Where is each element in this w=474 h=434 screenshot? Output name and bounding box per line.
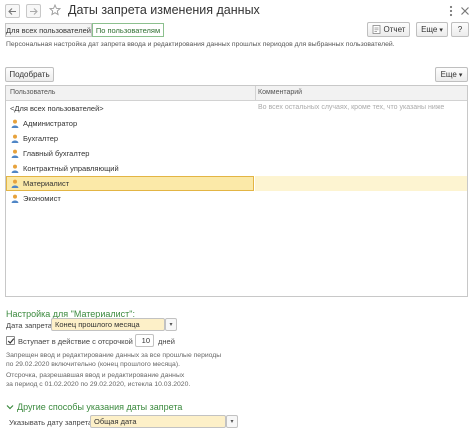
window-title: Даты запрета изменения данных xyxy=(68,3,260,17)
column-header-comment[interactable]: Комментарий xyxy=(258,89,302,96)
chevron-down-icon: ▾ xyxy=(169,322,173,328)
table-row[interactable]: <Для всех пользователей> Во всех остальн… xyxy=(6,101,467,116)
user-name: Бухгалтер xyxy=(23,134,59,143)
date-dropdown-button[interactable]: ▾ xyxy=(165,318,177,331)
arrow-right-icon xyxy=(30,7,38,15)
more-actions-button[interactable]: Еще ▾ xyxy=(416,22,448,37)
tab-by-users[interactable]: По пользователям xyxy=(92,23,164,37)
expand-chevron-icon[interactable] xyxy=(6,403,14,411)
table-row[interactable]: Экономист xyxy=(6,191,467,206)
checkmark-icon xyxy=(7,338,15,344)
forward-button[interactable] xyxy=(26,4,41,18)
chevron-down-icon: ▾ xyxy=(458,71,463,79)
report-icon xyxy=(372,25,380,34)
more-vertical-icon xyxy=(449,5,453,17)
chevron-down-icon: ▾ xyxy=(439,26,443,34)
report-button[interactable]: Отчет xyxy=(367,22,410,37)
table-row[interactable]: Контрактный управляющий xyxy=(6,161,467,176)
info-line: по 29.02.2020 включительно (конец прошло… xyxy=(6,361,180,368)
user-name: Материалист xyxy=(23,179,70,188)
user-icon xyxy=(11,194,19,203)
back-button[interactable] xyxy=(5,4,20,18)
table-row[interactable]: Администратор xyxy=(6,116,467,131)
pick-users-button[interactable]: Подобрать xyxy=(5,67,54,82)
page-hint: Персональная настройка дат запрета ввода… xyxy=(6,41,395,48)
info-line: Запрещен ввод и редактирование данных за… xyxy=(6,352,222,359)
more-actions-label: Еще xyxy=(421,25,438,34)
delay-checkbox[interactable] xyxy=(6,336,15,345)
delay-days-value: 10 xyxy=(141,336,150,345)
favorite-star-icon[interactable] xyxy=(49,4,61,16)
users-table[interactable]: Пользователь Комментарий <Для всех польз… xyxy=(5,85,468,297)
delay-days-input[interactable]: 10 xyxy=(135,334,154,347)
report-button-label: Отчет xyxy=(383,25,406,34)
info-line: Отсрочка, разрешавшая ввод и редактирова… xyxy=(6,372,185,379)
date-select[interactable]: Конец прошлого месяца xyxy=(51,318,165,331)
delay-unit-label: дней xyxy=(158,337,175,346)
user-name: <Для всех пользователей> xyxy=(10,104,104,113)
pick-users-label: Подобрать xyxy=(9,70,50,79)
user-icon xyxy=(11,164,19,173)
delay-checkbox-label: Вступает в действие с отсрочкой в xyxy=(18,337,139,346)
selection-row-fill xyxy=(255,176,467,191)
arrow-left-icon xyxy=(8,7,16,15)
close-icon xyxy=(461,7,469,15)
date-mode-value: Общая дата xyxy=(94,417,137,426)
user-name: Экономист xyxy=(23,194,61,203)
help-button[interactable]: ? xyxy=(451,22,469,37)
close-button[interactable] xyxy=(459,4,471,18)
user-icon xyxy=(11,179,19,188)
date-label: Дата запрета: xyxy=(6,321,55,330)
column-divider xyxy=(255,86,256,101)
column-header-user[interactable]: Пользователь xyxy=(10,89,55,96)
tab-all-users[interactable]: Для всех пользователей xyxy=(5,23,92,37)
table-row[interactable]: Бухгалтер xyxy=(6,131,467,146)
date-mode-select[interactable]: Общая дата xyxy=(90,415,226,428)
other-methods-title[interactable]: Другие способы указания даты запрета xyxy=(17,402,182,412)
info-line: за период с 01.02.2020 по 29.02.2020, ис… xyxy=(6,381,191,388)
help-icon: ? xyxy=(457,25,463,34)
table-row[interactable]: Главный бухгалтер xyxy=(6,146,467,161)
user-name: Главный бухгалтер xyxy=(23,149,90,158)
user-icon xyxy=(11,149,19,158)
other-date-label: Указывать дату запрета: xyxy=(9,418,95,427)
date-mode-dropdown-button[interactable]: ▾ xyxy=(226,415,238,428)
table-header: Пользователь Комментарий xyxy=(6,86,467,101)
user-name: Администратор xyxy=(23,119,78,128)
user-icon xyxy=(11,134,19,143)
tab-label: По пользователям xyxy=(95,25,161,35)
table-row-selected[interactable]: Материалист xyxy=(6,176,467,191)
user-comment: Во всех остальных случаях, кроме тех, чт… xyxy=(258,104,445,111)
table-more-label: Еще xyxy=(440,70,457,79)
chevron-down-icon: ▾ xyxy=(230,419,234,425)
menu-dots-button[interactable] xyxy=(444,4,458,18)
date-select-value: Конец прошлого месяца xyxy=(55,320,140,329)
user-name: Контрактный управляющий xyxy=(23,164,119,173)
tab-label: Для всех пользователей xyxy=(6,25,91,35)
table-more-button[interactable]: Еще ▾ xyxy=(435,67,468,82)
user-icon xyxy=(11,119,19,128)
